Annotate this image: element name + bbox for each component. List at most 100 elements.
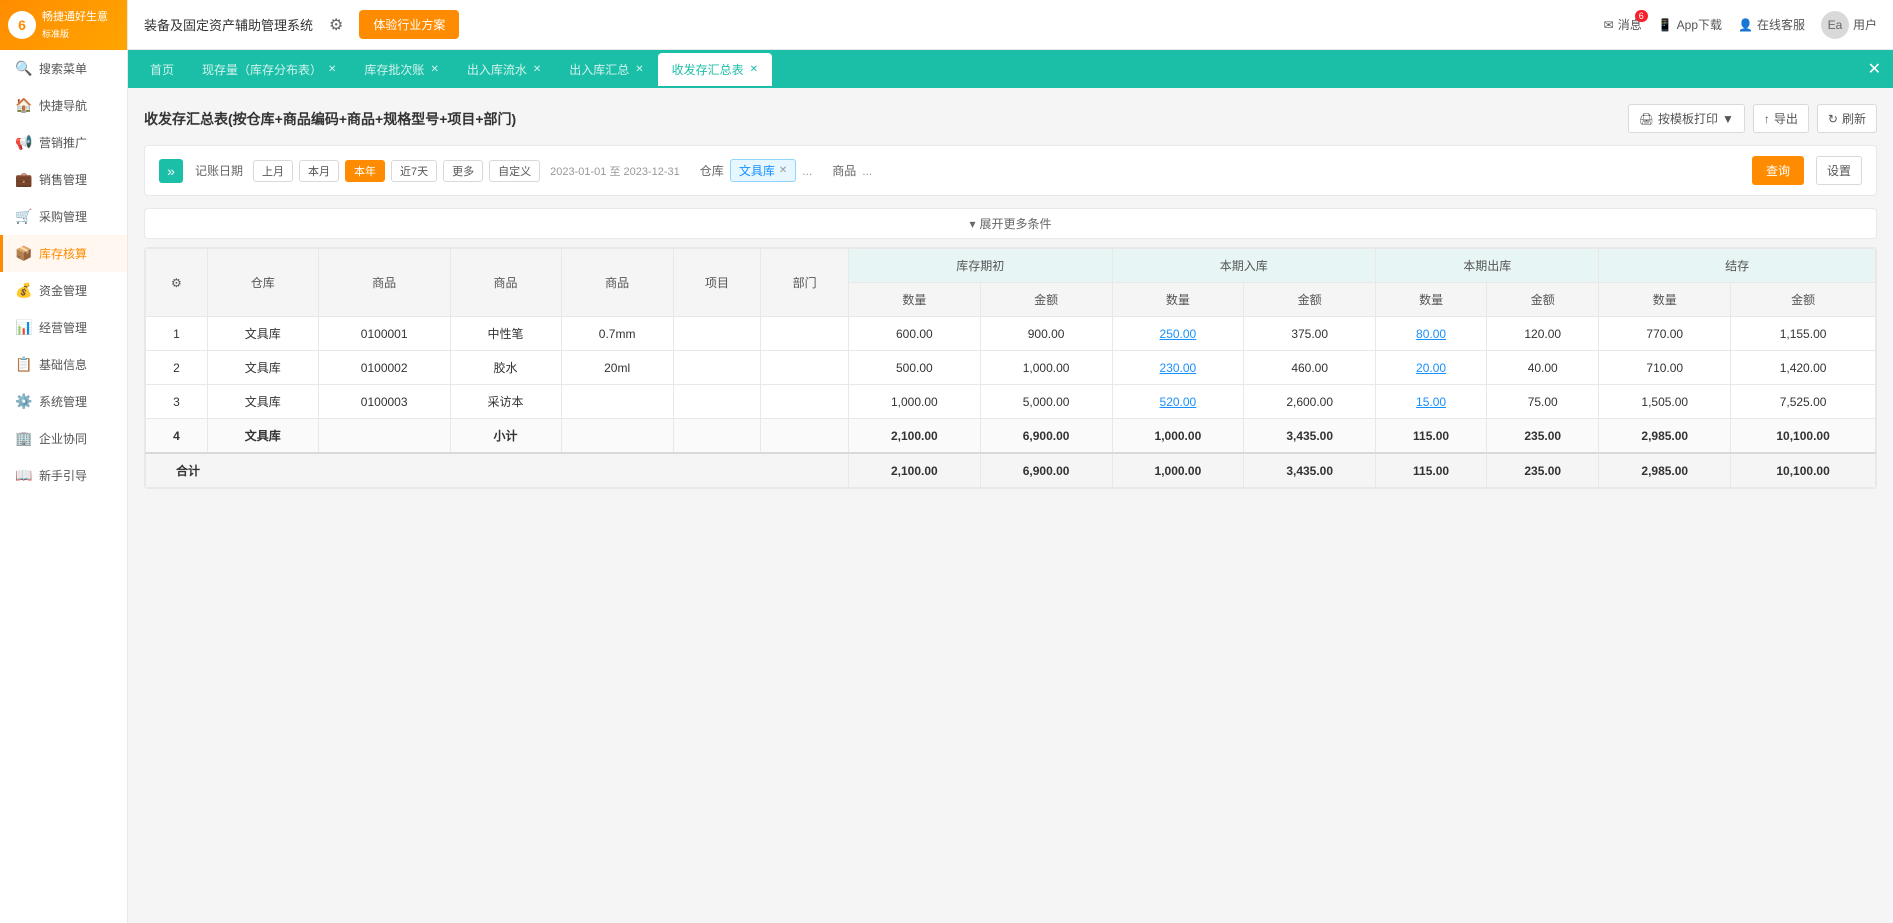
row-no: 2 (146, 351, 208, 385)
row-bal-amt: 10,100.00 (1731, 419, 1876, 454)
out-qty-header: 数量 (1376, 283, 1487, 317)
system-title: 装备及固定资产辅助管理系统 (144, 15, 313, 34)
row-warehouse: 文具库 (207, 351, 318, 385)
bal-amt-header: 金额 (1731, 283, 1876, 317)
sidebar-item-label: 基础信息 (39, 356, 87, 373)
tab-inout-summary-close[interactable]: ✕ (635, 64, 643, 75)
row-spec: 0.7mm (561, 317, 673, 351)
row-out-amt: 40.00 (1487, 351, 1599, 385)
warehouse-tag[interactable]: 文具库 ✕ (730, 159, 796, 182)
home-icon: 🏠 (15, 97, 31, 114)
settings-col-header[interactable]: ⚙ (146, 249, 208, 317)
sidebar-item-label: 新手引导 (39, 467, 87, 484)
sidebar-item-system[interactable]: ⚙️ 系统管理 (0, 383, 127, 420)
refresh-button[interactable]: ↻ 刷新 (1817, 104, 1877, 133)
row-bal-qty: 770.00 (1599, 317, 1731, 351)
row-out-qty[interactable]: 80.00 (1376, 317, 1487, 351)
row-in-qty[interactable]: 230.00 (1112, 351, 1244, 385)
row-in-amt: 460.00 (1244, 351, 1376, 385)
trial-button[interactable]: 体验行业方案 (359, 10, 459, 39)
search-icon: 🔍 (15, 60, 31, 77)
refresh-icon: ↻ (1828, 112, 1838, 126)
footer-in-amt: 3,435.00 (1244, 453, 1376, 488)
header-left: 装备及固定资产辅助管理系统 ⚙ 体验行业方案 (144, 10, 459, 39)
row-dept (761, 385, 849, 419)
tabs-close-all[interactable]: ✕ (1864, 59, 1885, 79)
goods-more[interactable]: ... (862, 164, 872, 178)
gear-button[interactable]: ⚙ (321, 11, 351, 39)
warehouse-tag-close[interactable]: ✕ (779, 165, 787, 176)
sidebar-item-quick-nav[interactable]: 🏠 快捷导航 (0, 87, 127, 124)
sidebar-item-sales[interactable]: 💼 销售管理 (0, 161, 127, 198)
row-in-qty[interactable]: 520.00 (1112, 385, 1244, 419)
footer-label: 合计 (146, 453, 849, 488)
tab-inventory-dist-close[interactable]: ✕ (328, 64, 336, 75)
out-group-header: 本期出库 (1376, 249, 1599, 283)
export-label: 导出 (1774, 110, 1798, 127)
warehouse-more[interactable]: ... (802, 164, 812, 178)
row-in-qty[interactable]: 250.00 (1112, 317, 1244, 351)
sidebar-item-operations[interactable]: 📊 经营管理 (0, 309, 127, 346)
tab-home[interactable]: 首页 (136, 53, 188, 86)
sidebar-item-label: 企业协同 (39, 430, 87, 447)
export-icon: ↑ (1764, 112, 1770, 126)
row-code: 0100003 (318, 385, 450, 419)
logo-icon: 6 (8, 11, 36, 39)
page-content: 收发存汇总表(按仓库+商品编码+商品+规格型号+项目+部门) 🖨 按模板打印 ▼… (128, 88, 1893, 923)
row-out-qty[interactable]: 15.00 (1376, 385, 1487, 419)
main-content: 装备及固定资产辅助管理系统 ⚙ 体验行业方案 ✉ 消息 6 📱 App下载 👤 … (128, 0, 1893, 923)
date-btn-7days[interactable]: 近7天 (391, 160, 437, 182)
project-col-header: 项目 (673, 249, 761, 317)
sidebar-item-label: 采购管理 (39, 208, 87, 225)
sidebar-item-label: 搜索菜单 (39, 60, 87, 77)
tab-inventory-dist[interactable]: 现存量（库存分布表） ✕ (188, 53, 350, 86)
row-out-amt: 120.00 (1487, 317, 1599, 351)
enterprise-icon: 🏢 (15, 430, 31, 447)
base-info-icon: 📋 (15, 356, 31, 373)
filter-panel: » 记账日期 上月 本月 本年 近7天 更多 自定义 2023-01-01 至 … (144, 145, 1877, 196)
date-btn-last-month[interactable]: 上月 (253, 160, 293, 182)
sidebar-item-finance[interactable]: 💰 资金管理 (0, 272, 127, 309)
date-btn-more[interactable]: 更多 (443, 160, 483, 182)
expand-filter-row[interactable]: ▾ 展开更多条件 (144, 208, 1877, 239)
tab-batch[interactable]: 库存批次账 ✕ (350, 53, 452, 86)
warehouse-filter: 仓库 文具库 ✕ ... (700, 159, 812, 182)
tab-batch-close[interactable]: ✕ (430, 64, 438, 75)
sidebar-item-base-info[interactable]: 📋 基础信息 (0, 346, 127, 383)
row-bal-amt: 1,420.00 (1731, 351, 1876, 385)
tab-recv-send[interactable]: 收发存汇总表 ✕ (658, 53, 772, 86)
sidebar-item-enterprise[interactable]: 🏢 企业协同 (0, 420, 127, 457)
balance-group-header: 结存 (1599, 249, 1876, 283)
app-download-action[interactable]: 📱 App下载 (1658, 16, 1722, 33)
tab-inout-flow-close[interactable]: ✕ (533, 64, 541, 75)
tab-batch-label: 库存批次账 (364, 61, 424, 78)
tab-recv-send-close[interactable]: ✕ (750, 64, 758, 75)
sidebar-item-label: 系统管理 (39, 393, 87, 410)
tab-inout-flow[interactable]: 出入库流水 ✕ (453, 53, 555, 86)
row-out-qty[interactable]: 20.00 (1376, 351, 1487, 385)
footer-in-qty: 1,000.00 (1112, 453, 1244, 488)
sidebar-item-guide[interactable]: 📖 新手引导 (0, 457, 127, 494)
date-btn-this-month[interactable]: 本月 (299, 160, 339, 182)
date-btn-this-year[interactable]: 本年 (345, 160, 385, 182)
sidebar-item-purchase[interactable]: 🛒 采购管理 (0, 198, 127, 235)
print-button[interactable]: 🖨 按模板打印 ▼ (1628, 104, 1745, 133)
sidebar-item-search[interactable]: 🔍 搜索菜单 (0, 50, 127, 87)
date-btn-custom[interactable]: 自定义 (489, 160, 540, 182)
online-service-action[interactable]: 👤 在线客服 (1738, 16, 1805, 33)
message-action[interactable]: ✉ 消息 6 (1604, 16, 1642, 33)
sidebar-item-inventory[interactable]: 📦 库存核算 (0, 235, 127, 272)
tab-inout-summary[interactable]: 出入库汇总 ✕ (555, 53, 657, 86)
export-button[interactable]: ↑ 导出 (1753, 104, 1809, 133)
user-action[interactable]: Ea 用户 (1821, 11, 1877, 39)
sidebar-item-marketing[interactable]: 📢 营销推广 (0, 124, 127, 161)
settings-button[interactable]: 设置 (1816, 156, 1862, 185)
purchase-icon: 🛒 (15, 208, 31, 225)
row-in-qty: 1,000.00 (1112, 419, 1244, 454)
filter-toggle-btn[interactable]: » (159, 159, 183, 183)
print-label: 按模板打印 (1658, 110, 1718, 127)
brand-name: 畅捷通好生意 (42, 10, 108, 24)
page-header: 收发存汇总表(按仓库+商品编码+商品+规格型号+项目+部门) 🖨 按模板打印 ▼… (144, 104, 1877, 133)
row-name: 中性笔 (450, 317, 561, 351)
query-button[interactable]: 查询 (1752, 156, 1804, 185)
